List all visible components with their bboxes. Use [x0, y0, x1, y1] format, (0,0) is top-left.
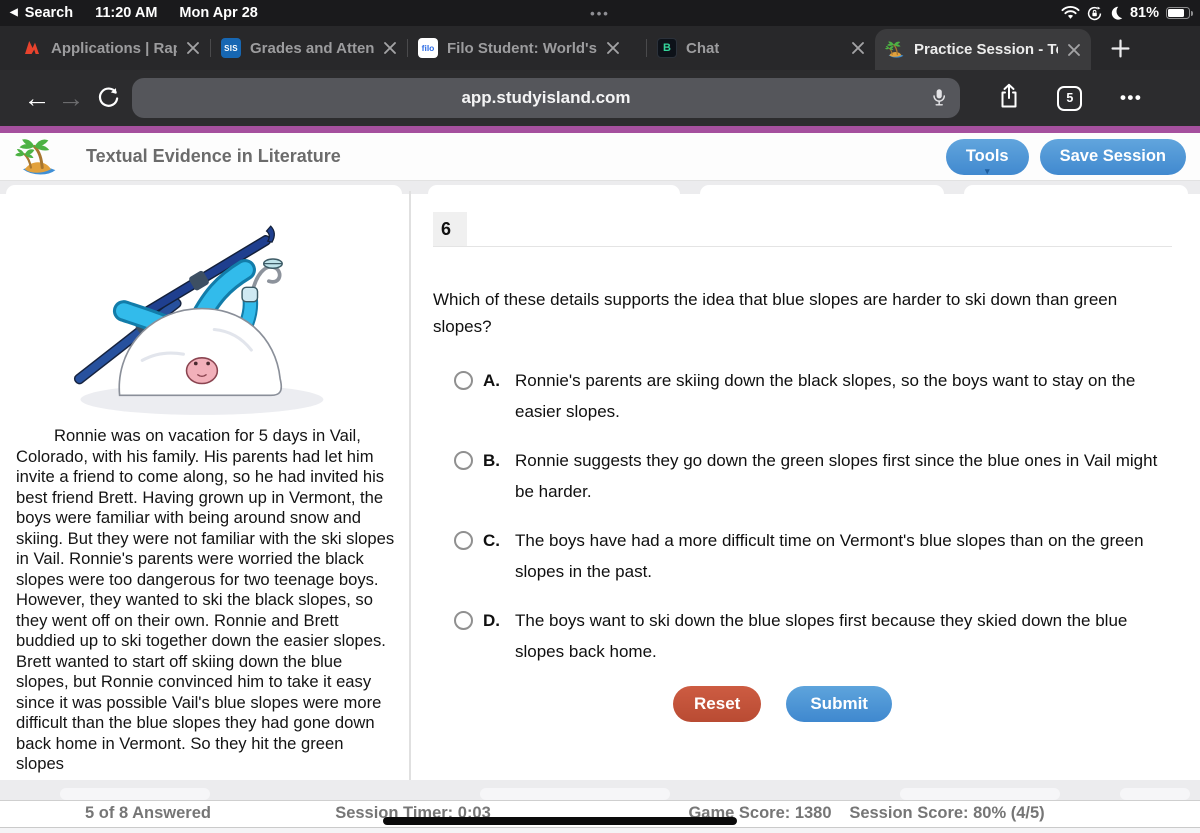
crashed-skier-illustration — [73, 225, 324, 415]
plus-icon — [1110, 38, 1130, 58]
option-c[interactable]: C. The boys have had a more difficult ti… — [454, 526, 1172, 587]
brainly-icon: B — [657, 38, 677, 58]
back-button[interactable]: ← — [20, 84, 54, 112]
tab-grades-attendance[interactable]: SIS Grades and Attendan — [211, 26, 407, 70]
session-score: Session Score: 80% (4/5) — [849, 804, 1045, 822]
tab-practice-session-active[interactable]: Practice Session - Te — [875, 29, 1091, 70]
close-tab-icon[interactable] — [383, 41, 397, 55]
tab-overview-button[interactable]: 5 — [1057, 85, 1083, 111]
new-tab-button[interactable] — [1091, 26, 1149, 70]
palm-tree-icon — [885, 40, 905, 58]
more-menu-button[interactable]: ••• — [1120, 88, 1142, 108]
tab-chat[interactable]: B Chat — [647, 26, 875, 70]
site-accent-strip — [0, 126, 1200, 133]
rapididentity-icon — [25, 41, 39, 54]
passage-text: Ronnie was on vacation for 5 days in Vai… — [16, 426, 395, 773]
option-letter: C. — [483, 531, 500, 550]
tab-title: Applications | RapidI — [51, 39, 177, 57]
option-a[interactable]: A. Ronnie's parents are skiing down the … — [454, 366, 1172, 427]
option-letter: D. — [483, 611, 500, 630]
dictation-button[interactable] — [931, 88, 947, 113]
battery-icon — [1166, 7, 1193, 19]
option-text: Ronnie suggests they go down the green s… — [515, 451, 1158, 501]
tab-title: Grades and Attendan — [250, 39, 374, 57]
question-panel: 6 Which of these details supports the id… — [411, 194, 1200, 780]
reload-button[interactable] — [88, 87, 128, 110]
studyisland-logo-icon — [14, 137, 57, 176]
tab-title: Practice Session - Te — [914, 41, 1058, 58]
tab-title: Chat — [686, 39, 720, 57]
cloud-strip — [0, 780, 1200, 800]
close-tab-icon[interactable] — [1067, 43, 1081, 57]
answer-options: A. Ronnie's parents are skiing down the … — [454, 366, 1172, 667]
radio-button[interactable] — [454, 531, 473, 550]
radio-button[interactable] — [454, 451, 473, 470]
reload-icon — [98, 87, 118, 107]
safari-nav-bar: ← → app.studyisland.com 5 ••• — [0, 70, 1200, 126]
close-tab-icon[interactable] — [851, 41, 865, 55]
share-button[interactable] — [998, 83, 1020, 114]
studyisland-header: Textual Evidence in Literature Tools ▾ S… — [0, 133, 1200, 181]
reset-button[interactable]: Reset — [673, 686, 762, 722]
forward-button[interactable]: → — [54, 84, 88, 112]
screen-bottom-edge — [0, 827, 1200, 833]
option-b[interactable]: B. Ronnie suggests they go down the gree… — [454, 446, 1172, 507]
option-text: The boys have had a more difficult time … — [515, 531, 1144, 581]
option-text: Ronnie's parents are skiing down the bla… — [515, 371, 1136, 421]
option-letter: A. — [483, 371, 500, 390]
radio-button[interactable] — [454, 371, 473, 390]
option-text: The boys want to ski down the blue slope… — [515, 611, 1128, 661]
multitask-dots-icon[interactable]: ••• — [0, 6, 1200, 21]
radio-button[interactable] — [454, 611, 473, 630]
filo-icon: filo — [418, 38, 438, 58]
share-icon — [1001, 83, 1017, 107]
tab-count: 5 — [1066, 91, 1074, 105]
microphone-icon — [933, 89, 945, 106]
sis-icon: SIS — [221, 38, 241, 58]
question-divider — [433, 246, 1172, 247]
option-letter: B. — [483, 451, 500, 470]
ipad-screen: ◀ Search 11:20 AM Mon Apr 28 ••• 81% App… — [0, 0, 1200, 833]
question-text: Which of these details supports the idea… — [433, 290, 1118, 336]
option-d[interactable]: D. The boys want to ski down the blue sl… — [454, 606, 1172, 667]
submit-button[interactable]: Submit — [786, 686, 892, 722]
session-content: Ronnie was on vacation for 5 days in Vai… — [0, 181, 1200, 780]
url-text: app.studyisland.com — [461, 88, 631, 107]
passage-panel[interactable]: Ronnie was on vacation for 5 days in Vai… — [0, 194, 408, 780]
tab-applications-rapididentity[interactable]: Applications | RapidI — [12, 26, 210, 70]
home-indicator[interactable] — [383, 817, 737, 825]
safari-tab-bar: Applications | RapidI SIS Grades and Att… — [0, 26, 1200, 70]
card-top-strip — [0, 181, 1200, 194]
close-tab-icon[interactable] — [606, 41, 620, 55]
tab-title: Filo Student: World's — [447, 39, 597, 57]
chevron-down-icon: ▾ — [984, 165, 990, 176]
page-title: Textual Evidence in Literature — [86, 146, 341, 166]
address-bar[interactable]: app.studyisland.com — [132, 78, 960, 118]
close-tab-icon[interactable] — [186, 41, 200, 55]
tools-button[interactable]: Tools ▾ — [945, 138, 1029, 176]
tab-filo-student[interactable]: filo Filo Student: World's — [408, 26, 646, 70]
question-number: 6 — [433, 212, 467, 246]
status-bar: ◀ Search 11:20 AM Mon Apr 28 ••• 81% — [0, 0, 1200, 26]
save-session-button[interactable]: Save Session — [1039, 138, 1186, 175]
answered-count: 5 of 8 Answered — [85, 804, 211, 822]
